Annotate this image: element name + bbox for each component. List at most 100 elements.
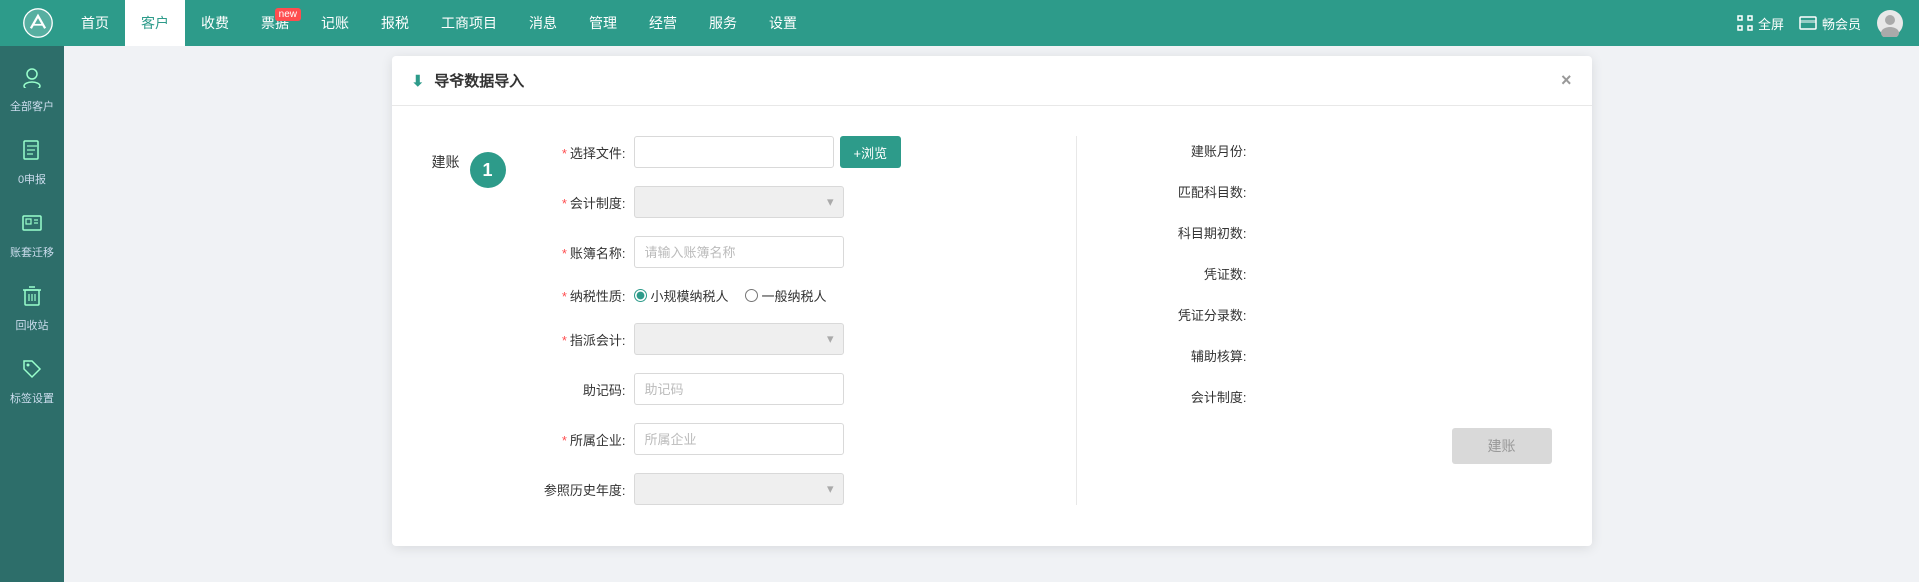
dialog-title: 导爷数据导入 bbox=[434, 73, 524, 90]
close-button[interactable]: × bbox=[1561, 70, 1572, 91]
nav-settings[interactable]: 设置 bbox=[753, 0, 813, 46]
nav-items: 首页 客户 收费 票据 new 记账 报税 工商项目 消息 管理 经营 服务 设… bbox=[65, 0, 1737, 46]
sidebar-item-tags[interactable]: 标签设置 bbox=[0, 348, 64, 416]
ref-year-select[interactable] bbox=[634, 473, 844, 505]
declaration-icon bbox=[21, 139, 43, 167]
memo-code-row: 助记码: bbox=[536, 373, 1016, 405]
general-taxpayer-radio[interactable]: 一般纳税人 bbox=[745, 286, 827, 305]
file-input-group: +浏览 bbox=[634, 136, 902, 168]
company-label: 所属企业: bbox=[536, 430, 626, 449]
assign-accountant-select[interactable] bbox=[634, 323, 844, 355]
sidebar-item-trash[interactable]: 回收站 bbox=[0, 275, 64, 343]
accounting-system-select[interactable] bbox=[634, 186, 844, 218]
main-content: ⬇ 导爷数据导入 × 建账 1 选择文件: bbox=[64, 46, 1919, 582]
memo-code-label: 助记码: bbox=[536, 380, 626, 399]
new-badge: new bbox=[275, 8, 301, 21]
general-taxpayer-input[interactable] bbox=[745, 289, 758, 302]
migration-icon bbox=[21, 212, 43, 240]
tax-nature-row: 纳税性质: 小规模纳税人 一般纳税人 bbox=[536, 286, 1016, 305]
trash-icon bbox=[22, 285, 42, 313]
assign-accountant-select-wrapper bbox=[634, 323, 844, 355]
user-avatar[interactable] bbox=[1876, 9, 1904, 37]
main-layout: 全部客户 0申报 账套迁移 bbox=[0, 46, 1919, 582]
tax-nature-label: 纳税性质: bbox=[536, 286, 626, 305]
dialog-body: 建账 1 选择文件: +浏览 bbox=[392, 106, 1592, 535]
nav-right: 全屏 畅会员 bbox=[1737, 9, 1904, 37]
divider bbox=[1076, 136, 1077, 505]
sidebar-tags-label: 标签设置 bbox=[10, 390, 54, 406]
company-input[interactable] bbox=[634, 423, 844, 455]
nav-tax[interactable]: 报税 bbox=[365, 0, 425, 46]
accounting-system-row: 会计制度: bbox=[536, 186, 1016, 218]
nav-business[interactable]: 工商项目 bbox=[425, 0, 513, 46]
company-row: 所属企业: bbox=[536, 423, 1016, 455]
tax-nature-radio-group: 小规模纳税人 一般纳税人 bbox=[634, 286, 827, 305]
match-subject-row: 匹配科目数: bbox=[1137, 182, 1552, 201]
fullscreen-button[interactable]: 全屏 bbox=[1737, 14, 1784, 33]
build-month-row: 建账月份: bbox=[1137, 141, 1552, 160]
voucher-entries-label: 凭证分录数: bbox=[1137, 305, 1247, 324]
assign-accountant-label: 指派会计: bbox=[536, 330, 626, 349]
sidebar-item-migration[interactable]: 账套迁移 bbox=[0, 202, 64, 270]
logo[interactable] bbox=[10, 7, 65, 39]
import-icon: ⬇ bbox=[412, 73, 425, 90]
accounting-system-label: 会计制度: bbox=[536, 193, 626, 212]
file-label: 选择文件: bbox=[536, 143, 626, 162]
sidebar-item-declaration[interactable]: 0申报 bbox=[0, 129, 64, 197]
nav-fees[interactable]: 收费 bbox=[185, 0, 245, 46]
nav-services[interactable]: 服务 bbox=[693, 0, 753, 46]
sidebar-item-all-clients[interactable]: 全部客户 bbox=[0, 56, 64, 124]
ref-year-select-wrapper bbox=[634, 473, 844, 505]
form-panel: 建账 1 选择文件: +浏览 bbox=[432, 136, 1016, 505]
ledger-name-input[interactable] bbox=[634, 236, 844, 268]
fullscreen-label: 全屏 bbox=[1758, 14, 1784, 33]
step-label: 建账 bbox=[432, 144, 460, 180]
memo-code-input[interactable] bbox=[634, 373, 844, 405]
dialog-header: ⬇ 导爷数据导入 × bbox=[392, 56, 1592, 106]
accounting-system-select-wrapper bbox=[634, 186, 844, 218]
sidebar-migration-label: 账套迁移 bbox=[10, 244, 54, 260]
general-taxpayer-label: 一般纳税人 bbox=[762, 286, 827, 305]
aux-accounting-row: 辅助核算: bbox=[1137, 346, 1552, 365]
small-taxpayer-radio[interactable]: 小规模纳税人 bbox=[634, 286, 729, 305]
nav-bookkeeping[interactable]: 记账 bbox=[305, 0, 365, 46]
sidebar: 全部客户 0申报 账套迁移 bbox=[0, 46, 64, 582]
sidebar-declaration-label: 0申报 bbox=[18, 171, 46, 187]
small-taxpayer-input[interactable] bbox=[634, 289, 647, 302]
ref-year-label: 参照历史年度: bbox=[536, 480, 626, 499]
nav-clients[interactable]: 客户 bbox=[125, 0, 185, 46]
aux-accounting-label: 辅助核算: bbox=[1137, 346, 1247, 365]
ledger-name-row: 账簿名称: bbox=[536, 236, 1016, 268]
build-button[interactable]: 建账 bbox=[1452, 428, 1552, 464]
assign-accountant-row: 指派会计: bbox=[536, 323, 1016, 355]
subject-initial-label: 科目期初数: bbox=[1137, 223, 1247, 242]
nav-home[interactable]: 首页 bbox=[65, 0, 125, 46]
nav-operations[interactable]: 经营 bbox=[633, 0, 693, 46]
small-taxpayer-label: 小规模纳税人 bbox=[651, 286, 729, 305]
voucher-row: 凭证数: bbox=[1137, 264, 1552, 283]
info-accounting-system-row: 会计制度: bbox=[1137, 387, 1552, 406]
voucher-entries-row: 凭证分录数: bbox=[1137, 305, 1552, 324]
nav-manage[interactable]: 管理 bbox=[573, 0, 633, 46]
match-subject-label: 匹配科目数: bbox=[1137, 182, 1247, 201]
info-panel: 建账月份: 匹配科目数: 科目期初数: 凭证数: bbox=[1137, 136, 1552, 505]
dialog: ⬇ 导爷数据导入 × 建账 1 选择文件: bbox=[392, 56, 1592, 546]
top-navigation: 首页 客户 收费 票据 new 记账 报税 工商项目 消息 管理 经营 服务 设… bbox=[0, 0, 1919, 46]
nav-invoices[interactable]: 票据 new bbox=[245, 0, 305, 46]
subject-initial-row: 科目期初数: bbox=[1137, 223, 1552, 242]
dialog-title-area: ⬇ 导爷数据导入 bbox=[412, 70, 525, 91]
form-fields: 选择文件: +浏览 会计制度: bbox=[536, 136, 1016, 505]
step-badge: 1 bbox=[470, 152, 506, 188]
ledger-name-label: 账簿名称: bbox=[536, 243, 626, 262]
sidebar-trash-label: 回收站 bbox=[16, 317, 49, 333]
ref-year-row: 参照历史年度: bbox=[536, 473, 1016, 505]
build-month-label: 建账月份: bbox=[1137, 141, 1247, 160]
browse-button[interactable]: +浏览 bbox=[840, 136, 902, 168]
file-text-input[interactable] bbox=[634, 136, 834, 168]
voucher-label: 凭证数: bbox=[1137, 264, 1247, 283]
file-row: 选择文件: +浏览 bbox=[536, 136, 1016, 168]
member-button[interactable]: 畅会员 bbox=[1799, 14, 1861, 33]
nav-messages[interactable]: 消息 bbox=[513, 0, 573, 46]
sidebar-all-clients-label: 全部客户 bbox=[10, 98, 54, 114]
tags-icon bbox=[21, 358, 43, 386]
